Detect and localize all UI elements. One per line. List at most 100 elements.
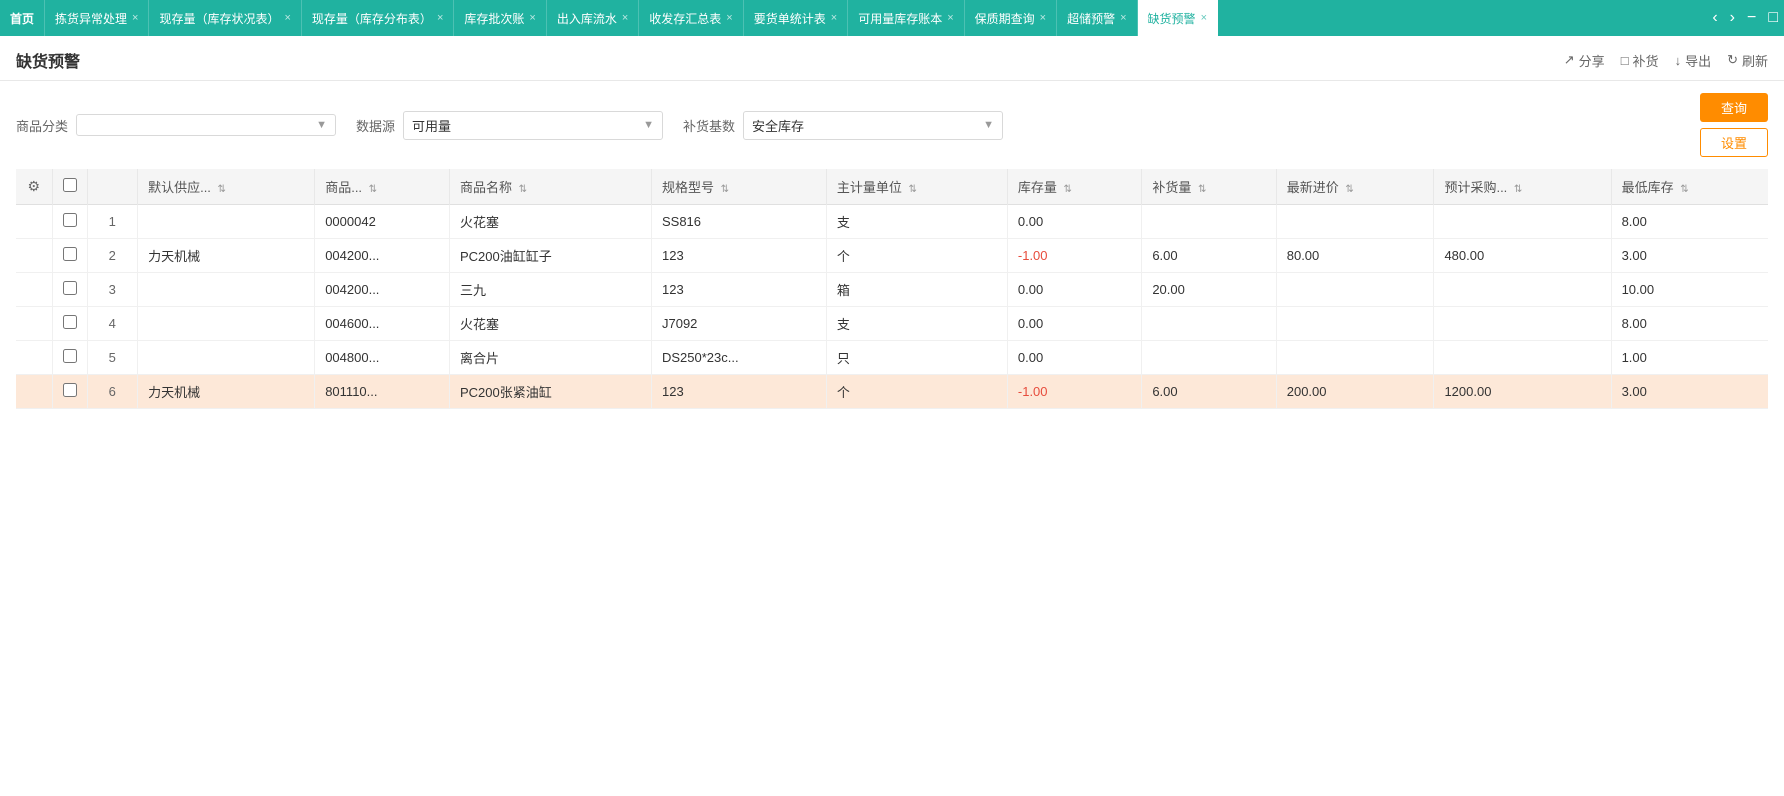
- row-product-name: PC200张紧油缸: [449, 375, 651, 409]
- row-product-code: 004200...: [315, 239, 450, 273]
- tab-label: 要货单统计表: [754, 10, 826, 27]
- table-body: 1 0000042 火花塞 SS816 支 0.00 8.00 2 力天机械 0…: [16, 205, 1768, 409]
- row-checkbox[interactable]: [63, 281, 77, 295]
- col-header-label: 商品...: [325, 180, 362, 195]
- tab-home[interactable]: 首页: [0, 0, 45, 36]
- tab-pick-exception[interactable]: 拣货异常处理 ×: [45, 0, 149, 36]
- row-checkbox-cell: [52, 307, 87, 341]
- replenish-button[interactable]: □ 补货: [1621, 51, 1659, 70]
- col-default-supplier: 默认供应... ⇅: [138, 169, 315, 205]
- table-container: ⚙ 默认供应... ⇅ 商品... ⇅ 商品名称: [0, 169, 1784, 409]
- tab-flow[interactable]: 出入库流水 ×: [547, 0, 639, 36]
- gear-icon[interactable]: ⚙: [27, 178, 40, 194]
- row-est-purchase: [1434, 307, 1611, 341]
- row-latest-price: 200.00: [1276, 375, 1434, 409]
- close-icon[interactable]: ×: [284, 12, 290, 24]
- row-min-stock: 3.00: [1611, 239, 1768, 273]
- row-checkbox[interactable]: [63, 383, 77, 397]
- tab-minimize-button[interactable]: −: [1741, 0, 1762, 36]
- tab-next-button[interactable]: ›: [1724, 0, 1741, 36]
- row-default-supplier: [138, 307, 315, 341]
- col-stock: 库存量 ⇅: [1007, 169, 1141, 205]
- row-checkbox[interactable]: [63, 247, 77, 261]
- table-row: 6 力天机械 801110... PC200张紧油缸 123 个 -1.00 6…: [16, 375, 1768, 409]
- row-replenish-qty: [1142, 205, 1276, 239]
- refresh-button[interactable]: ↻ 刷新: [1727, 51, 1768, 70]
- datasource-select[interactable]: 可用量 ▼: [403, 111, 663, 140]
- tab-label: 缺货预警: [1148, 10, 1196, 27]
- row-checkbox[interactable]: [63, 349, 77, 363]
- share-button[interactable]: ↗ 分享: [1564, 51, 1605, 70]
- col-header-label: 最低库存: [1622, 180, 1674, 195]
- row-spec: SS816: [651, 205, 826, 239]
- close-icon[interactable]: ×: [947, 12, 953, 24]
- row-default-supplier: [138, 341, 315, 375]
- close-icon[interactable]: ×: [132, 12, 138, 24]
- tab-label: 可用量库存账本: [858, 10, 942, 27]
- col-checkbox: [52, 169, 87, 205]
- chevron-down-icon: ▼: [643, 119, 654, 131]
- close-icon[interactable]: ×: [1040, 12, 1046, 24]
- close-icon[interactable]: ×: [622, 12, 628, 24]
- category-select[interactable]: ▼: [76, 114, 336, 136]
- table-row: 2 力天机械 004200... PC200油缸缸子 123 个 -1.00 6…: [16, 239, 1768, 273]
- replenish-base-select[interactable]: 安全库存 ▼: [743, 111, 1003, 140]
- export-button[interactable]: ↓ 导出: [1675, 51, 1712, 70]
- row-checkbox[interactable]: [63, 213, 77, 227]
- row-index: 6: [87, 375, 138, 409]
- row-settings-cell: [16, 375, 52, 409]
- tab-shortage[interactable]: 缺货预警 ×: [1138, 0, 1218, 36]
- tab-batch-account[interactable]: 库存批次账 ×: [454, 0, 546, 36]
- export-label: 导出: [1685, 51, 1711, 70]
- chevron-down-icon: ▼: [983, 119, 994, 131]
- category-filter-group: 商品分类 ▼: [16, 114, 336, 136]
- col-spec: 规格型号 ⇅: [651, 169, 826, 205]
- row-index: 4: [87, 307, 138, 341]
- datasource-filter-group: 数据源 可用量 ▼: [356, 111, 663, 140]
- tab-inventory-dist[interactable]: 现存量（库存分布表） ×: [302, 0, 454, 36]
- close-icon[interactable]: ×: [1201, 12, 1207, 24]
- tab-maximize-button[interactable]: □: [1762, 0, 1784, 36]
- row-product-code: 0000042: [315, 205, 450, 239]
- share-icon: ↗: [1564, 52, 1575, 68]
- tab-inventory-status[interactable]: 现存量（库存状况表） ×: [149, 0, 301, 36]
- close-icon[interactable]: ×: [1120, 12, 1126, 24]
- sort-icon: ⇅: [1064, 184, 1072, 195]
- close-icon[interactable]: ×: [726, 12, 732, 24]
- refresh-icon: ↻: [1727, 52, 1738, 68]
- tab-summary[interactable]: 收发存汇总表 ×: [639, 0, 743, 36]
- tab-expiry[interactable]: 保质期查询 ×: [965, 0, 1057, 36]
- replenish-label: 补货: [1633, 51, 1659, 70]
- data-table: ⚙ 默认供应... ⇅ 商品... ⇅ 商品名称: [16, 169, 1768, 409]
- sort-icon: ⇅: [721, 184, 729, 195]
- row-default-supplier: 力天机械: [138, 239, 315, 273]
- row-product-name: 火花塞: [449, 307, 651, 341]
- table-row: 3 004200... 三九 123 箱 0.00 20.00 10.00: [16, 273, 1768, 307]
- row-latest-price: [1276, 273, 1434, 307]
- datasource-label: 数据源: [356, 116, 395, 135]
- row-est-purchase: [1434, 341, 1611, 375]
- row-replenish-qty: 6.00: [1142, 375, 1276, 409]
- query-button[interactable]: 查询: [1700, 93, 1768, 122]
- col-index: [87, 169, 138, 205]
- col-min-stock: 最低库存 ⇅: [1611, 169, 1768, 205]
- sort-icon: ⇅: [519, 184, 527, 195]
- row-product-code: 004800...: [315, 341, 450, 375]
- close-icon[interactable]: ×: [831, 12, 837, 24]
- tab-requisition[interactable]: 要货单统计表 ×: [744, 0, 848, 36]
- close-icon[interactable]: ×: [529, 12, 535, 24]
- tab-prev-button[interactable]: ‹: [1706, 0, 1723, 36]
- row-product-code: 004600...: [315, 307, 450, 341]
- row-checkbox[interactable]: [63, 315, 77, 329]
- tab-overstock[interactable]: 超储预警 ×: [1057, 0, 1137, 36]
- sort-icon: ⇅: [1680, 184, 1688, 195]
- row-est-purchase: [1434, 205, 1611, 239]
- close-icon[interactable]: ×: [437, 12, 443, 24]
- tab-available-book[interactable]: 可用量库存账本 ×: [848, 0, 964, 36]
- col-header-label: 补货量: [1152, 180, 1191, 195]
- tab-label: 现存量（库存状况表）: [159, 10, 279, 27]
- tab-label: 保质期查询: [975, 10, 1035, 27]
- settings-button[interactable]: 设置: [1700, 128, 1768, 157]
- select-all-checkbox[interactable]: [63, 178, 77, 192]
- col-header-label: 最新进价: [1287, 180, 1339, 195]
